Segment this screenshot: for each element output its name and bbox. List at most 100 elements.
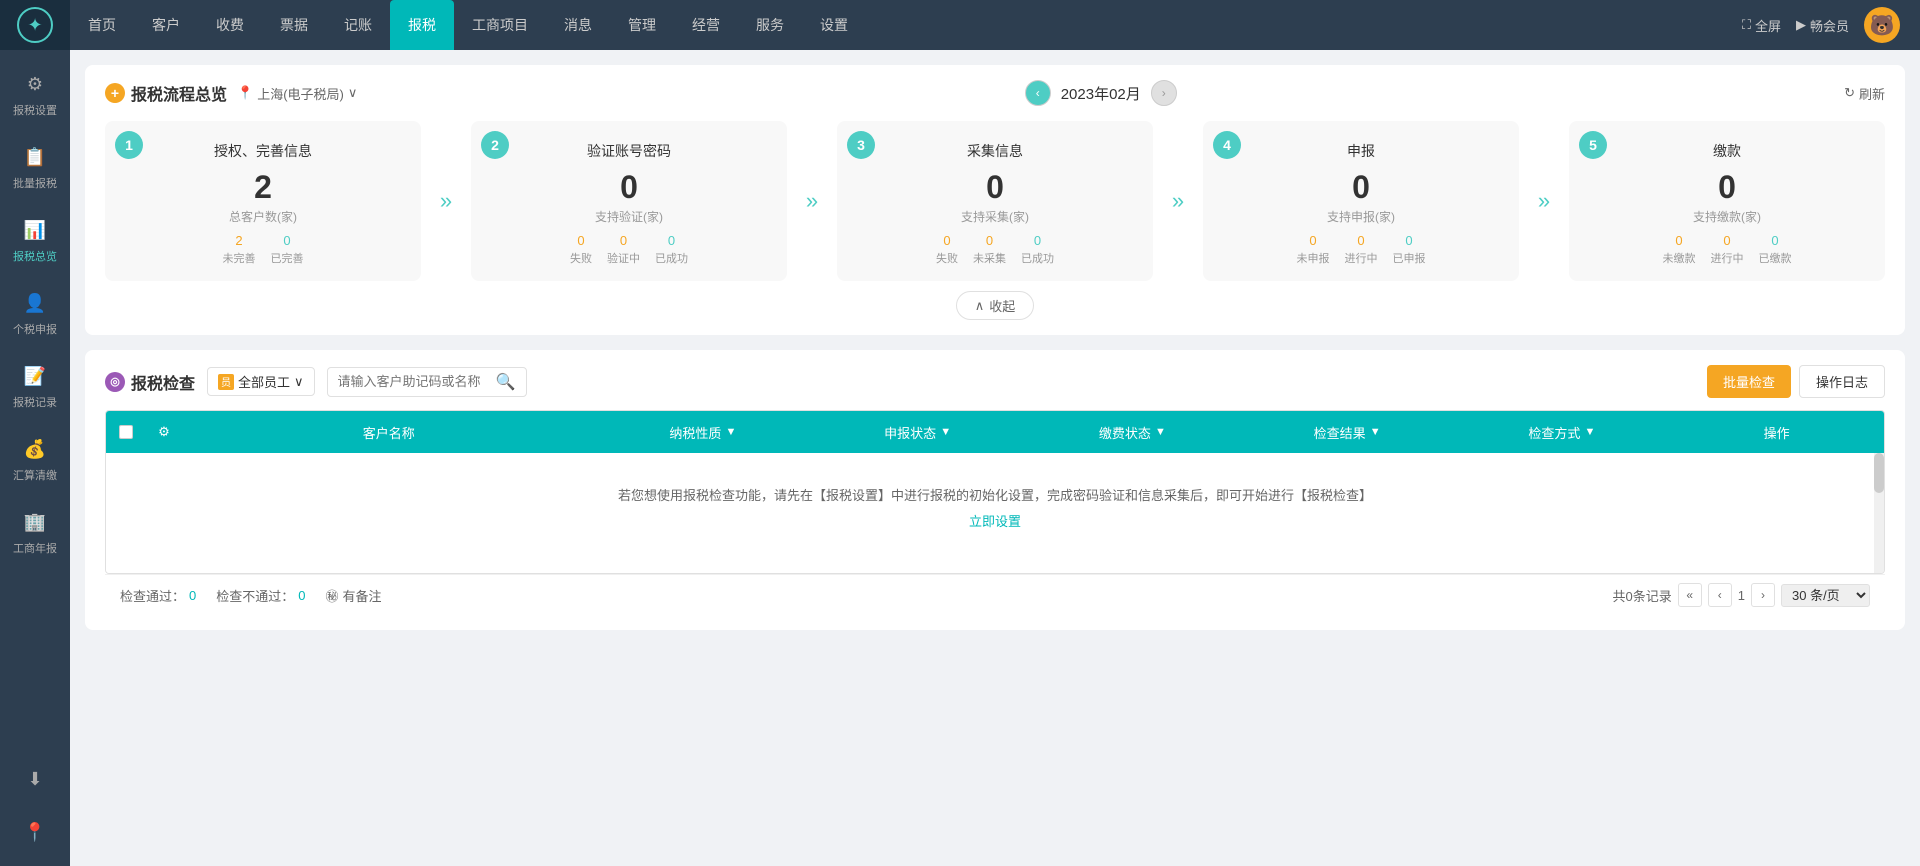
nav-items: 首页 客户 收费 票据 记账 报税 工商项目 消息 管理 经营 服务 设置 [70, 0, 866, 50]
sidebar-item-batch-tax[interactable]: 📋 批量报税 [0, 133, 70, 201]
batch-check-btn[interactable]: 批量检查 [1707, 365, 1791, 398]
per-page-selector[interactable]: 30 条/页 50 条/页 100 条/页 [1781, 584, 1870, 607]
sidebar-label-settlement: 汇算清缴 [13, 467, 57, 483]
setup-link[interactable]: 立即设置 [969, 509, 1021, 535]
personal-tax-icon: 👤 [21, 289, 49, 317]
nav-service[interactable]: 服务 [738, 0, 802, 50]
search-icon[interactable]: 🔍 [496, 372, 516, 392]
operation-log-btn[interactable]: 操作日志 [1799, 365, 1885, 398]
location-icon: 📍 [21, 818, 49, 846]
nav-home[interactable]: 首页 [70, 0, 134, 50]
first-page-btn[interactable]: « [1678, 583, 1702, 607]
th-checkbox[interactable] [106, 425, 146, 439]
sidebar-item-location[interactable]: 📍 [16, 808, 54, 856]
step-5-count: 0 [1718, 169, 1736, 206]
step-1-title: 授权、完善信息 [214, 141, 312, 161]
next-month-btn[interactable]: › [1151, 80, 1177, 106]
th-customer-name-label: 客户名称 [363, 423, 415, 442]
fail-label: 检查不通过： [216, 586, 294, 605]
member-btn[interactable]: ▶ 畅会员 [1796, 16, 1849, 35]
download-icon: ⬇ [21, 765, 49, 793]
nav-right-area: ⛶ 全屏 ▶ 畅会员 🐻 [1742, 7, 1900, 43]
prev-month-btn[interactable]: ‹ [1025, 80, 1051, 106]
nav-customer[interactable]: 客户 [134, 0, 198, 50]
pass-val[interactable]: 0 [189, 588, 196, 603]
step-4-sub-0[interactable]: 0 未申报 [1297, 233, 1330, 266]
filter-icon-1[interactable]: ▼ [725, 426, 736, 438]
step-5-sub-1[interactable]: 0 进行中 [1711, 233, 1744, 266]
sidebar-item-annual-report[interactable]: 🏢 工商年报 [0, 498, 70, 566]
nav-message[interactable]: 消息 [546, 0, 610, 50]
nav-accounting[interactable]: 记账 [326, 0, 390, 50]
sidebar-item-tax-overview[interactable]: 📊 报税总览 [0, 206, 70, 274]
step-3-num: 3 [847, 131, 875, 159]
step-1-sub-0-label: 未完善 [223, 250, 256, 266]
refresh-icon: ↻ [1844, 85, 1855, 101]
table-scrollbar-thumb [1874, 453, 1884, 493]
step-4-sub-1[interactable]: 0 进行中 [1345, 233, 1378, 266]
th-settings[interactable]: ⚙ [146, 424, 182, 440]
sidebar-item-tax-record[interactable]: 📝 报税记录 [0, 352, 70, 420]
table-scrollbar-track[interactable] [1874, 453, 1884, 573]
fullscreen-btn[interactable]: ⛶ 全屏 [1742, 16, 1781, 35]
sidebar-item-tax-settings[interactable]: ⚙ 报税设置 [0, 60, 70, 128]
settings-icon: ⚙ [158, 424, 170, 440]
sidebar-item-download[interactable]: ⬇ [16, 755, 54, 803]
search-input[interactable] [338, 374, 496, 389]
nav-business[interactable]: 工商项目 [454, 0, 546, 50]
refresh-btn[interactable]: ↻ 刷新 [1844, 84, 1885, 103]
filter-icon-3[interactable]: ▼ [1155, 426, 1166, 438]
fullscreen-icon: ⛶ [1742, 17, 1751, 33]
filter-icon-2[interactable]: ▼ [940, 426, 951, 438]
step-4-num: 4 [1213, 131, 1241, 159]
step-2-sub-2[interactable]: 0 已成功 [655, 233, 688, 266]
step-3-sub-1[interactable]: 0 未采集 [973, 233, 1006, 266]
filter-icon-4[interactable]: ▼ [1370, 426, 1381, 438]
step-3-sub-2-label: 已成功 [1021, 250, 1054, 266]
employee-selector[interactable]: 员 全部员工 ∨ [207, 367, 315, 396]
nav-manage[interactable]: 管理 [610, 0, 674, 50]
prev-page-btn[interactable]: ‹ [1708, 583, 1732, 607]
fail-val[interactable]: 0 [298, 588, 305, 603]
step-5-sub-2[interactable]: 0 已缴款 [1759, 233, 1792, 266]
sidebar-item-settlement[interactable]: 💰 汇算清缴 [0, 425, 70, 493]
step-2-sub-row: 0 失败 0 验证中 0 已成功 [570, 233, 688, 266]
check-title-icon: ◎ [105, 372, 125, 392]
step-4-sub-2[interactable]: 0 已申报 [1393, 233, 1426, 266]
tax-record-icon: 📝 [21, 362, 49, 390]
step-1-sub-0[interactable]: 2 未完善 [223, 233, 256, 266]
nav-settings[interactable]: 设置 [802, 0, 866, 50]
overview-title: + 报税流程总览 [105, 81, 227, 105]
nav-invoice[interactable]: 票据 [262, 0, 326, 50]
nav-fee[interactable]: 收费 [198, 0, 262, 50]
double-arrow-icon-1: » [440, 188, 452, 214]
pagination: 共0条记录 « ‹ 1 › 30 条/页 50 条/页 100 条/页 [1613, 583, 1870, 607]
step-5-sub-0[interactable]: 0 未缴款 [1663, 233, 1696, 266]
chevron-down-icon: ∨ [348, 85, 358, 101]
step-1-num: 1 [115, 131, 143, 159]
filter-icon-5[interactable]: ▼ [1584, 426, 1595, 438]
step-3-sub-2[interactable]: 0 已成功 [1021, 233, 1054, 266]
th-declare-status: 申报状态 ▼ [810, 423, 1025, 442]
step-2-sub-0[interactable]: 0 失败 [570, 233, 592, 266]
nav-tax[interactable]: 报税 [390, 0, 454, 50]
th-fee-status: 缴费状态 ▼ [1025, 423, 1240, 442]
step-2-sub-1[interactable]: 0 验证中 [607, 233, 640, 266]
step-3-sub-1-label: 未采集 [973, 250, 1006, 266]
header-checkbox[interactable] [119, 425, 133, 439]
tax-settings-icon: ⚙ [21, 70, 49, 98]
step-1-sub-1[interactable]: 0 已完善 [271, 233, 304, 266]
step-2-card: 2 验证账号密码 0 支持验证(家) 0 失败 0 验证中 [471, 121, 787, 281]
arrow-4: » [1519, 121, 1569, 281]
nav-operation[interactable]: 经营 [674, 0, 738, 50]
overview-title-icon: + [105, 83, 125, 103]
current-page: 1 [1738, 588, 1745, 603]
location-selector[interactable]: 📍 上海(电子税局) ∨ [237, 84, 357, 103]
step-2-sub-1-label: 验证中 [607, 250, 640, 266]
step-1-sub-row: 2 未完善 0 已完善 [223, 233, 304, 266]
sidebar-item-personal-tax[interactable]: 👤 个税申报 [0, 279, 70, 347]
next-page-btn[interactable]: › [1751, 583, 1775, 607]
collapse-btn[interactable]: ∧ 收起 [956, 291, 1035, 320]
step-3-sub-0[interactable]: 0 失败 [936, 233, 958, 266]
th-tax-nature-label: 纳税性质 [669, 423, 721, 442]
